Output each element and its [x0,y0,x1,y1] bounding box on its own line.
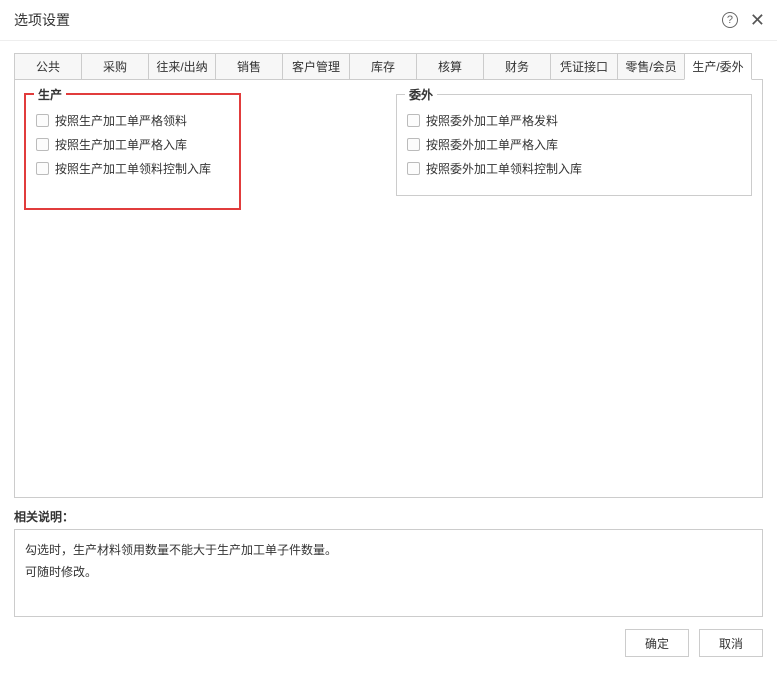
close-icon[interactable]: ✕ [750,11,765,29]
help-icon[interactable]: ? [722,12,738,28]
tab-sales[interactable]: 销售 [215,53,283,79]
fieldset-production-legend: 生产 [34,86,66,103]
checkbox-label: 按照生产加工单严格入库 [55,136,187,153]
fieldset-outsource: 委外 按照委外加工单严格发料 按照委外加工单严格入库 按照委外加工单领料控制入库 [396,94,752,196]
description-title: 相关说明： [14,508,763,529]
checkbox-out-pick-ctrl-in[interactable] [407,162,420,175]
checkbox-row: 按照生产加工单严格入库 [36,135,229,153]
header-icons: ? ✕ [722,11,765,29]
checkbox-label: 按照委外加工单严格入库 [426,136,558,153]
tab-inventory[interactable]: 库存 [349,53,417,79]
checkbox-row: 按照委外加工单严格入库 [407,135,741,153]
ok-button[interactable]: 确定 [625,629,689,657]
description-line: 勾选时，生产材料领用数量不能大于生产加工单子件数量。 [25,540,752,562]
tab-retail[interactable]: 零售/会员 [617,53,685,79]
dialog-header: 选项设置 ? ✕ [0,0,777,41]
checkbox-label: 按照生产加工单领料控制入库 [55,160,211,177]
tab-bar: 公共 采购 往来/出纳 销售 客户管理 库存 核算 财务 凭证接口 零售/会员 … [14,53,763,80]
checkbox-label: 按照生产加工单严格领料 [55,112,187,129]
checkbox-prod-strict-pick[interactable] [36,114,49,127]
checkbox-out-strict-issue[interactable] [407,114,420,127]
fieldset-outsource-legend: 委外 [405,86,437,103]
checkbox-label: 按照委外加工单领料控制入库 [426,160,582,177]
cancel-button[interactable]: 取消 [699,629,763,657]
fieldset-production: 生产 按照生产加工单严格领料 按照生产加工单严格入库 按照生产加工单领料控制入库 [25,94,240,209]
checkbox-row: 按照生产加工单领料控制入库 [36,159,229,177]
content-area: 公共 采购 往来/出纳 销售 客户管理 库存 核算 财务 凭证接口 零售/会员 … [0,41,777,617]
dialog-title: 选项设置 [14,10,70,30]
tab-customer[interactable]: 客户管理 [282,53,350,79]
checkbox-label: 按照委外加工单严格发料 [426,112,558,129]
checkbox-row: 按照生产加工单严格领料 [36,111,229,129]
checkbox-prod-pick-ctrl-in[interactable] [36,162,49,175]
tab-public[interactable]: 公共 [14,53,82,79]
dialog-footer: 确定 取消 [0,617,777,669]
description-box: 勾选时，生产材料领用数量不能大于生产加工单子件数量。 可随时修改。 [14,529,763,617]
description-line: 可随时修改。 [25,562,752,584]
tab-panel: 生产 按照生产加工单严格领料 按照生产加工单严格入库 按照生产加工单领料控制入库… [14,80,763,498]
tab-finance[interactable]: 财务 [483,53,551,79]
checkbox-row: 按照委外加工单领料控制入库 [407,159,741,177]
tab-production-outsource[interactable]: 生产/委外 [684,53,752,80]
description-section: 相关说明： 勾选时，生产材料领用数量不能大于生产加工单子件数量。 可随时修改。 [14,508,763,617]
tab-voucher[interactable]: 凭证接口 [550,53,618,79]
tab-arap[interactable]: 往来/出纳 [148,53,216,79]
tab-accounting[interactable]: 核算 [416,53,484,79]
checkbox-prod-strict-in[interactable] [36,138,49,151]
checkbox-row: 按照委外加工单严格发料 [407,111,741,129]
checkbox-out-strict-in[interactable] [407,138,420,151]
tab-purchase[interactable]: 采购 [81,53,149,79]
